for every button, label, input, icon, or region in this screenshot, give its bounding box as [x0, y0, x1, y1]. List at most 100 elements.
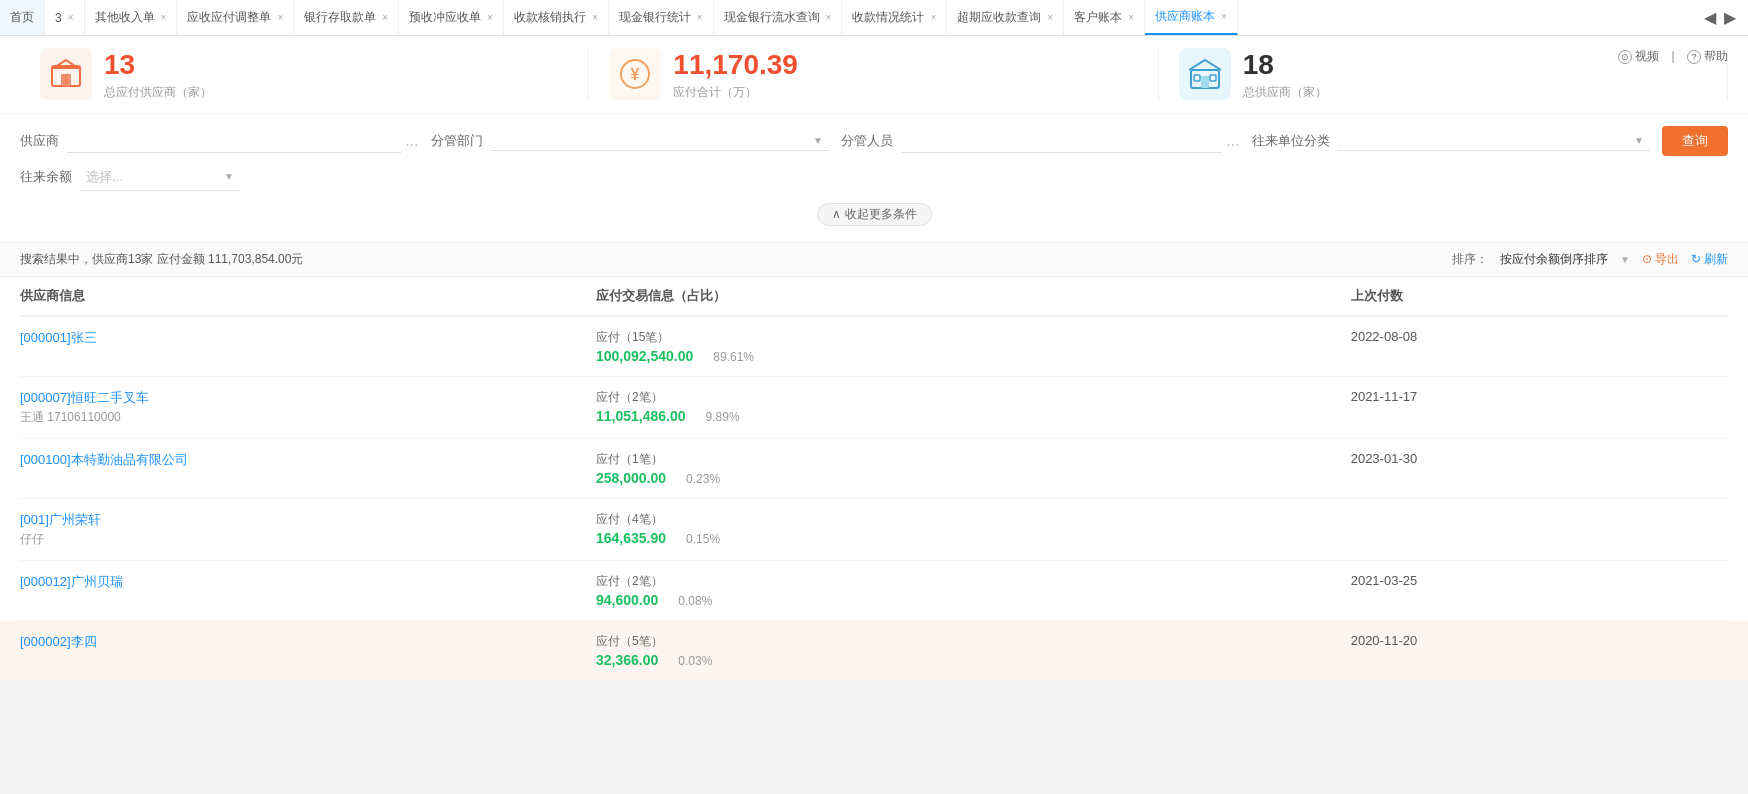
summary-store-info: 18 总供应商（家）: [1243, 48, 1327, 101]
nav-prepay-ar[interactable]: 预收冲应收单 ×: [399, 0, 504, 35]
nav-customer-ledger-label: 客户账本: [1074, 9, 1122, 26]
supplier-filter-label: 供应商: [20, 132, 59, 150]
dept-filter-select[interactable]: ▼: [491, 131, 830, 151]
nav-right-arrow[interactable]: ▶: [1720, 8, 1740, 27]
last-pay-5: 2020-11-20: [1351, 633, 1728, 648]
nav-overdue-ar-close[interactable]: ×: [1047, 12, 1053, 23]
video-circle-icon: ⊙: [1618, 50, 1632, 64]
trans-amount-1[interactable]: 11,051,486.00: [596, 408, 686, 424]
trans-label-5: 应付（5笔）: [596, 633, 1351, 650]
export-label: 导出: [1655, 251, 1679, 268]
nav-receipt-stat[interactable]: 收款情况统计 ×: [842, 0, 947, 35]
nav-home[interactable]: 首页: [0, 0, 45, 35]
export-icon: ⊙: [1642, 252, 1652, 266]
nav-other-income-close[interactable]: ×: [161, 12, 167, 23]
summary-card-payable-suppliers: 13 总应付供应商（家）: [20, 48, 589, 101]
supplier-link-3[interactable]: [001]广州荣轩: [20, 512, 101, 527]
supplier-link-4[interactable]: [000012]广州贝瑞: [20, 574, 123, 589]
collapse-button[interactable]: ∧ 收起更多条件: [817, 203, 932, 226]
table-row: [000001]张三 应付（15笔） 100,092,540.00 89.61%…: [20, 317, 1728, 377]
nav-cash-bank-flow[interactable]: 现金银行流水查询 ×: [714, 0, 843, 35]
trans-amount-3[interactable]: 164,635.90: [596, 530, 666, 546]
nav-supplier-ledger-close[interactable]: ×: [1221, 11, 1227, 22]
trans-label-3: 应付（4笔）: [596, 511, 1351, 528]
supplier-link-2[interactable]: [000100]本特勤油品有限公司: [20, 452, 188, 467]
top-navigation: 首页 3 × 其他收入单 × 应收应付调整单 × 银行存取款单 × 预收冲应收单…: [0, 0, 1748, 36]
balance-filter-select[interactable]: 选择... ▼: [80, 164, 240, 191]
person-filter-label: 分管人员: [841, 132, 893, 150]
nav-bank-deposit[interactable]: 银行存取款单 ×: [294, 0, 399, 35]
nav-receipt-stat-close[interactable]: ×: [930, 12, 936, 23]
sort-value[interactable]: 按应付余额倒序排序: [1500, 251, 1608, 268]
trans-amount-0[interactable]: 100,092,540.00: [596, 348, 693, 364]
nav-customer-ledger-close[interactable]: ×: [1128, 12, 1134, 23]
nav-ar-ap-close[interactable]: ×: [277, 12, 283, 23]
supplier-link-1[interactable]: [000007]恒旺二手叉车: [20, 390, 149, 405]
last-pay-date-1: 2021-11-17: [1351, 389, 1418, 404]
trans-pct-1: 9.89%: [706, 410, 740, 424]
person-filter-dots[interactable]: ...: [1226, 132, 1239, 150]
person-filter-input[interactable]: [901, 129, 1222, 153]
trans-label-0: 应付（15笔）: [596, 329, 1351, 346]
supplier-link-0[interactable]: [000001]张三: [20, 330, 97, 345]
nav-left-arrow[interactable]: ◀: [1700, 8, 1720, 27]
supplier-filter-input[interactable]: [67, 129, 401, 153]
refresh-button[interactable]: ↻ 刷新: [1691, 251, 1728, 268]
help-link[interactable]: ? 帮助: [1687, 48, 1728, 65]
total-supplier-count: 18: [1243, 48, 1327, 82]
trans-amount-2[interactable]: 258,000.00: [596, 470, 666, 486]
nav-prepay-close[interactable]: ×: [487, 12, 493, 23]
col-header-last-payment: 上次付数: [1351, 287, 1728, 305]
nav-tab3-close[interactable]: ×: [68, 12, 74, 23]
nav-prepay-label: 预收冲应收单: [409, 9, 481, 26]
nav-receipt-verify-close[interactable]: ×: [592, 12, 598, 23]
nav-tab3-label: 3: [55, 11, 62, 25]
link-divider: ｜: [1667, 48, 1679, 65]
nav-bank-label: 银行存取款单: [304, 9, 376, 26]
supplier-filter-dots[interactable]: ...: [405, 132, 418, 150]
money-icon: ¥: [609, 48, 661, 100]
filter-supplier: 供应商 ...: [20, 129, 419, 153]
nav-supplier-ledger[interactable]: 供应商账本 ×: [1145, 0, 1238, 35]
supplier-link-5[interactable]: [000002]李四: [20, 634, 97, 649]
summary-card-payable-total: ¥ 11,170.39 应付合计（万）: [589, 48, 1158, 101]
nav-tab3[interactable]: 3 ×: [45, 0, 85, 35]
transaction-info-5: 应付（5笔） 32,366.00 0.03%: [596, 633, 1351, 668]
export-button[interactable]: ⊙ 导出: [1642, 251, 1679, 268]
filter-area: 供应商 ... 分管部门 ▼ 分管人员 ... 往来单位分类 ▼ 查询 往来: [0, 114, 1748, 243]
video-link[interactable]: ⊙ 视频: [1618, 48, 1659, 65]
supplier-info-0: [000001]张三: [20, 329, 596, 347]
last-pay-1: 2021-11-17: [1351, 389, 1728, 404]
dept-filter-label: 分管部门: [431, 132, 483, 150]
filter-balance: 往来余额 选择... ▼: [20, 164, 1728, 191]
category-chevron-down-icon: ▼: [1634, 135, 1644, 146]
nav-ar-ap-adjust[interactable]: 应收应付调整单 ×: [177, 0, 294, 35]
trans-amount-4[interactable]: 94,600.00: [596, 592, 658, 608]
nav-cash-bank-flow-close[interactable]: ×: [826, 12, 832, 23]
query-button[interactable]: 查询: [1662, 126, 1728, 156]
nav-overdue-ar[interactable]: 超期应收款查询 ×: [947, 0, 1064, 35]
sort-label: 排序：: [1452, 251, 1488, 268]
nav-other-income[interactable]: 其他收入单 ×: [85, 0, 178, 35]
payable-total-label: 应付合计（万）: [673, 84, 798, 101]
nav-cash-bank-stat[interactable]: 现金银行统计 ×: [609, 0, 714, 35]
svg-rect-7: [1201, 76, 1209, 88]
refresh-label: 刷新: [1704, 251, 1728, 268]
nav-arrows: ◀ ▶: [1692, 8, 1748, 27]
nav-cash-bank-stat-close[interactable]: ×: [697, 12, 703, 23]
nav-receipt-verify[interactable]: 收款核销执行 ×: [504, 0, 609, 35]
store-icon: [1179, 48, 1231, 100]
trans-amount-5[interactable]: 32,366.00: [596, 652, 658, 668]
nav-customer-ledger[interactable]: 客户账本 ×: [1064, 0, 1145, 35]
nav-bank-close[interactable]: ×: [382, 12, 388, 23]
trans-pct-3: 0.15%: [686, 532, 720, 546]
result-bar: 搜索结果中，供应商13家 应付金额 111,703,854.00元 排序： 按应…: [0, 243, 1748, 277]
collapse-label: 收起更多条件: [845, 206, 917, 223]
filter-category: 往来单位分类 ▼: [1252, 131, 1651, 151]
trans-label-4: 应付（2笔）: [596, 573, 1351, 590]
result-bar-right: 排序： 按应付余额倒序排序 ▼ ⊙ 导出 ↻ 刷新: [1452, 251, 1728, 268]
sort-down-icon[interactable]: ▼: [1620, 254, 1630, 265]
category-filter-select[interactable]: ▼: [1338, 131, 1651, 151]
supplier-icon: [40, 48, 92, 100]
svg-rect-8: [1194, 75, 1200, 81]
